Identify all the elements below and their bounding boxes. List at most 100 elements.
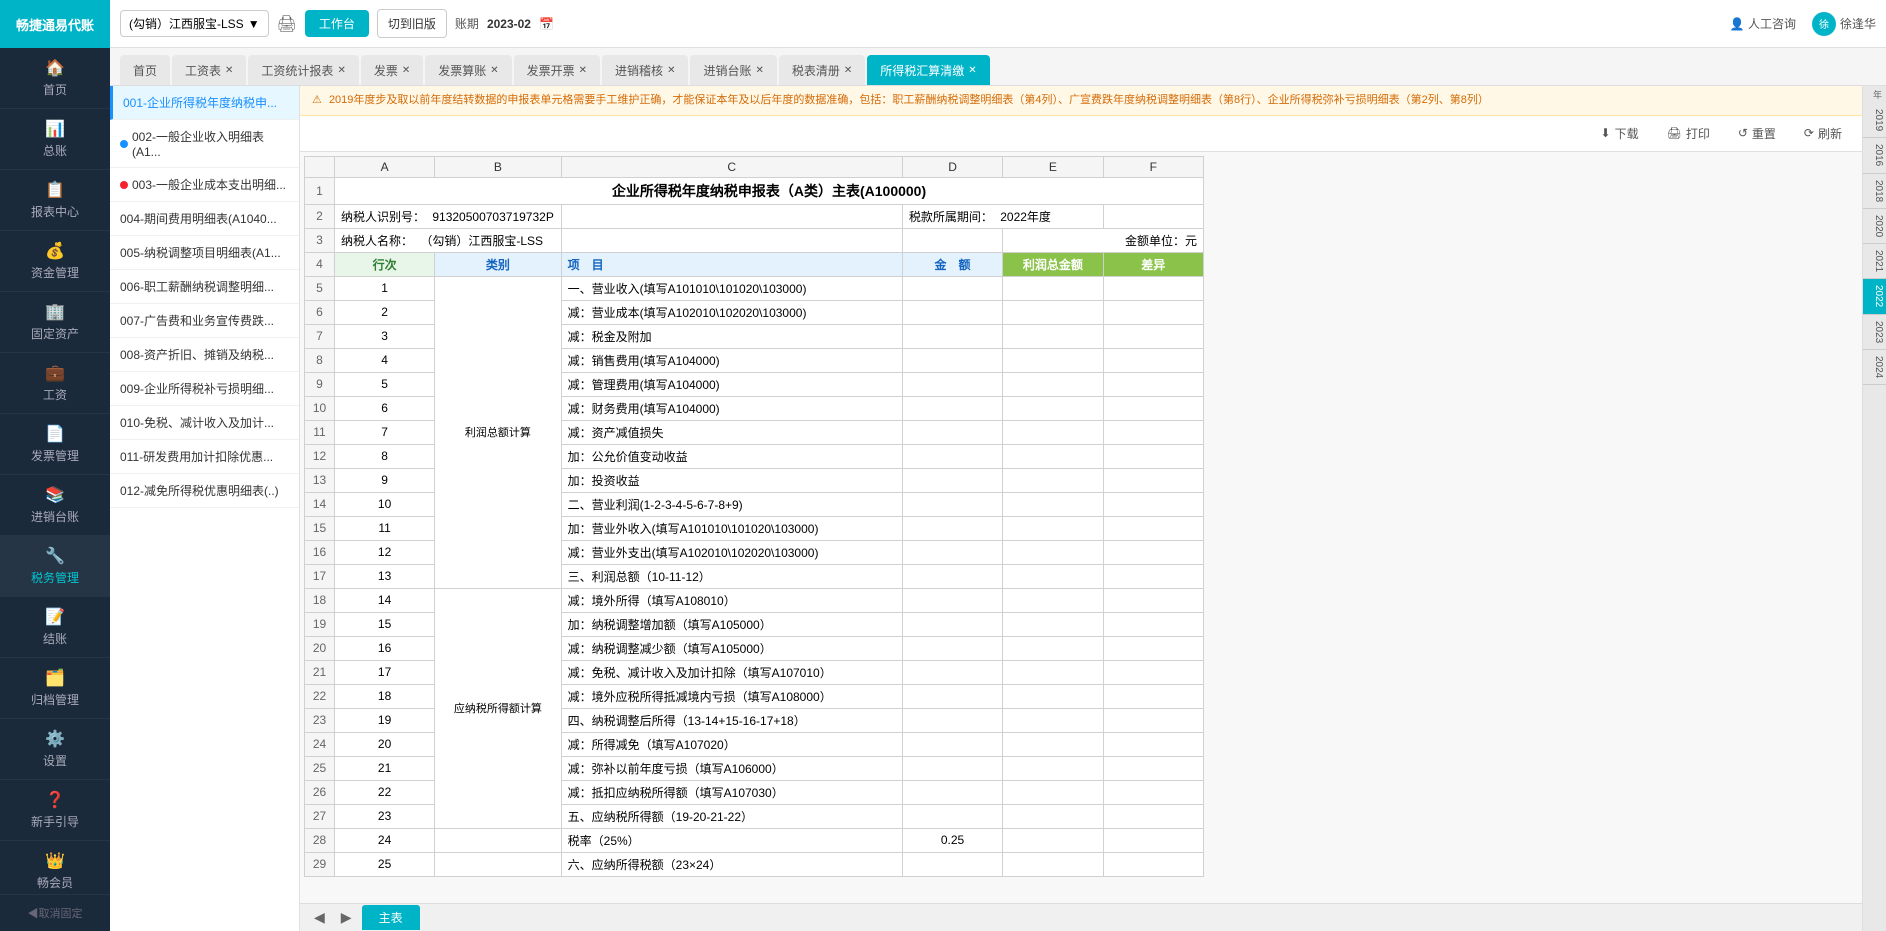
sheet-nav-prev[interactable]: ◀	[308, 907, 331, 928]
tab-invoice-calc[interactable]: 发票算账 ✕	[425, 55, 511, 85]
sidebar-item-member[interactable]: 👑 畅会员	[0, 841, 110, 894]
sub-item-007[interactable]: 007-广告费和业务宣传费跌...	[110, 304, 299, 338]
item-cell[interactable]: 减：纳税调整减少额（填写A105000）	[561, 636, 902, 660]
item-cell[interactable]: 四、纳税调整后所得（13-14+15-16-17+18）	[561, 708, 902, 732]
item-cell[interactable]: 减：境外所得（填写A108010）	[561, 588, 902, 612]
item-cell[interactable]: 三、利润总额（10-11-12）	[561, 564, 902, 588]
close-tab-invoice[interactable]: ✕	[402, 65, 410, 76]
year-2018[interactable]: 2018	[1863, 174, 1886, 209]
year-2020[interactable]: 2020	[1863, 209, 1886, 244]
column-headers-row: 4 行次 类别 项 目 金 额 利润总金额 差异	[305, 252, 1204, 276]
sidebar-toggle[interactable]: ◀取消固定	[0, 894, 110, 931]
print-icon: 🖨	[1667, 126, 1682, 140]
sub-item-010[interactable]: 010-免税、减计收入及加计...	[110, 406, 299, 440]
sub-item-011[interactable]: 011-研发费用加计扣除优惠...	[110, 440, 299, 474]
tab-tax-list[interactable]: 税表清册 ✕	[779, 55, 865, 85]
item-cell[interactable]: 加：纳税调整增加额（填写A105000）	[561, 612, 902, 636]
item-cell[interactable]: 减：税金及附加	[561, 324, 902, 348]
company-selector[interactable]: (勾销）江西服宝-LSS ▼	[120, 10, 269, 37]
item-cell[interactable]: 减：销售费用(填写A104000)	[561, 348, 902, 372]
item-cell[interactable]: 一、营业收入(填写A101010\101020\103000)	[561, 276, 902, 300]
close-tab-invoice-issue[interactable]: ✕	[579, 65, 587, 76]
service-label[interactable]: 👤 人工咨询	[1730, 15, 1796, 32]
tab-invoice[interactable]: 发票 ✕	[361, 55, 423, 85]
item-cell[interactable]: 减：境外应税所得抵减境内亏损（填写A108000）	[561, 684, 902, 708]
sidebar-item-assets[interactable]: 🏢 固定资产	[0, 292, 110, 353]
item-cell[interactable]: 减：免税、减计收入及加计扣除（填写A107010）	[561, 660, 902, 684]
sidebar-item-finance[interactable]: 💰 资金管理	[0, 231, 110, 292]
sub-item-004[interactable]: 004-期间费用明细表(A1040...	[110, 202, 299, 236]
reset-button[interactable]: ↺ 重置	[1730, 122, 1784, 145]
sub-item-008[interactable]: 008-资产折旧、摊销及纳税...	[110, 338, 299, 372]
tab-invoice-issue[interactable]: 发票开票 ✕	[514, 55, 600, 85]
sidebar-item-ledger[interactable]: 📊 总账	[0, 109, 110, 170]
sidebar-item-settings[interactable]: ⚙️ 设置	[0, 719, 110, 780]
item-cell[interactable]: 减：弥补以前年度亏损（填写A106000）	[561, 756, 902, 780]
tab-payroll[interactable]: 工资表 ✕	[172, 55, 246, 85]
sub-item-001[interactable]: 001-企业所得税年度纳税申...	[110, 86, 299, 120]
sidebar-item-sales[interactable]: 📚 进销台账	[0, 475, 110, 536]
sub-item-012[interactable]: 012-减免所得税优惠明细表(..)	[110, 474, 299, 508]
close-tab-payroll[interactable]: ✕	[225, 65, 233, 76]
sub-item-005[interactable]: 005-纳税调整项目明细表(A1...	[110, 236, 299, 270]
sidebar-item-closing[interactable]: 📝 结账	[0, 597, 110, 658]
sidebar-item-guide[interactable]: ❓ 新手引导	[0, 780, 110, 841]
sub-item-003[interactable]: 003-一般企业成本支出明细...	[110, 168, 299, 202]
year-2024[interactable]: 2024	[1863, 350, 1886, 385]
status-error-icon	[120, 181, 128, 189]
item-cell[interactable]: 减：抵扣应纳税所得额（填写A107030）	[561, 780, 902, 804]
close-tab-payroll-stats[interactable]: ✕	[337, 65, 345, 76]
item-cell[interactable]: 加：公允价值变动收益	[561, 444, 902, 468]
item-cell[interactable]: 五、应纳税所得额（19-20-21-22）	[561, 804, 902, 828]
header-chay: 差异	[1103, 252, 1203, 276]
sub-item-009[interactable]: 009-企业所得税补亏损明细...	[110, 372, 299, 406]
item-cell[interactable]: 六、应纳所得税额（23×24）	[561, 852, 902, 876]
close-tab-sales-ledger[interactable]: ✕	[755, 65, 763, 76]
rate-value[interactable]: 0.25	[902, 828, 1002, 852]
sub-item-006[interactable]: 006-职工薪酬纳税调整明细...	[110, 270, 299, 304]
close-tab-income-tax[interactable]: ✕	[968, 65, 976, 76]
switch-version-button[interactable]: 切到旧版	[377, 9, 447, 38]
sheet-tab-main[interactable]: 主表	[362, 905, 420, 930]
year-2019[interactable]: 2019	[1863, 103, 1886, 138]
tab-home[interactable]: 首页	[120, 55, 170, 85]
item-cell[interactable]: 加：营业外收入(填写A101010\101020\103000)	[561, 516, 902, 540]
sidebar-item-reports[interactable]: 📋 报表中心	[0, 170, 110, 231]
tab-sales-audit[interactable]: 进销稽核 ✕	[602, 55, 688, 85]
row-num-3: 3	[305, 228, 335, 252]
tab-sales-ledger[interactable]: 进销台账 ✕	[690, 55, 776, 85]
sidebar-item-tax[interactable]: 🔧 税务管理	[0, 536, 110, 597]
close-tab-sales-audit[interactable]: ✕	[667, 65, 675, 76]
item-cell[interactable]: 减：资产减值损失	[561, 420, 902, 444]
sidebar-item-home[interactable]: 🏠 首页	[0, 48, 110, 109]
item-cell[interactable]: 减：营业成本(填写A102010\102020\103000)	[561, 300, 902, 324]
close-tab-invoice-calc[interactable]: ✕	[490, 65, 498, 76]
sidebar-item-archive[interactable]: 🗂️ 归档管理	[0, 658, 110, 719]
year-2016[interactable]: 2016	[1863, 138, 1886, 173]
item-cell[interactable]: 减：管理费用(填写A104000)	[561, 372, 902, 396]
close-tab-tax-list[interactable]: ✕	[844, 65, 852, 76]
reset-icon: ↺	[1738, 126, 1748, 140]
print-button[interactable]: 🖨 打印	[1659, 122, 1718, 145]
download-button[interactable]: ⬇ 下载	[1593, 122, 1647, 145]
sidebar-item-payroll[interactable]: 💼 工资	[0, 353, 110, 414]
work-button[interactable]: 工作台	[305, 10, 369, 37]
taxpayer-id-row: 2 纳税人识别号： 91320500703719732P 税款所属期间： 202…	[305, 204, 1204, 228]
sheet-nav-next[interactable]: ▶	[335, 907, 358, 928]
item-cell[interactable]: 减：营业外支出(填写A102010\102020\103000)	[561, 540, 902, 564]
payroll-icon: 💼	[45, 363, 65, 383]
year-2022[interactable]: 2022	[1863, 279, 1886, 314]
tab-income-tax[interactable]: 所得税汇算清缴 ✕	[867, 55, 989, 85]
item-cell[interactable]: 减：财务费用(填写A104000)	[561, 396, 902, 420]
refresh-button[interactable]: ⟳ 刷新	[1796, 122, 1850, 145]
sub-item-002[interactable]: 002-一般企业收入明细表(A1...	[110, 120, 299, 168]
item-cell[interactable]: 税率（25%）	[561, 828, 902, 852]
sidebar-item-invoice[interactable]: 📄 发票管理	[0, 414, 110, 475]
item-cell[interactable]: 减：所得减免（填写A107020）	[561, 732, 902, 756]
year-2021[interactable]: 2021	[1863, 244, 1886, 279]
item-cell[interactable]: 加：投资收益	[561, 468, 902, 492]
year-2023[interactable]: 2023	[1863, 315, 1886, 350]
print-icon[interactable]: 🖨	[277, 14, 297, 34]
tab-payroll-stats[interactable]: 工资统计报表 ✕	[248, 55, 358, 85]
item-cell[interactable]: 二、营业利润(1-2-3-4-5-6-7-8+9)	[561, 492, 902, 516]
